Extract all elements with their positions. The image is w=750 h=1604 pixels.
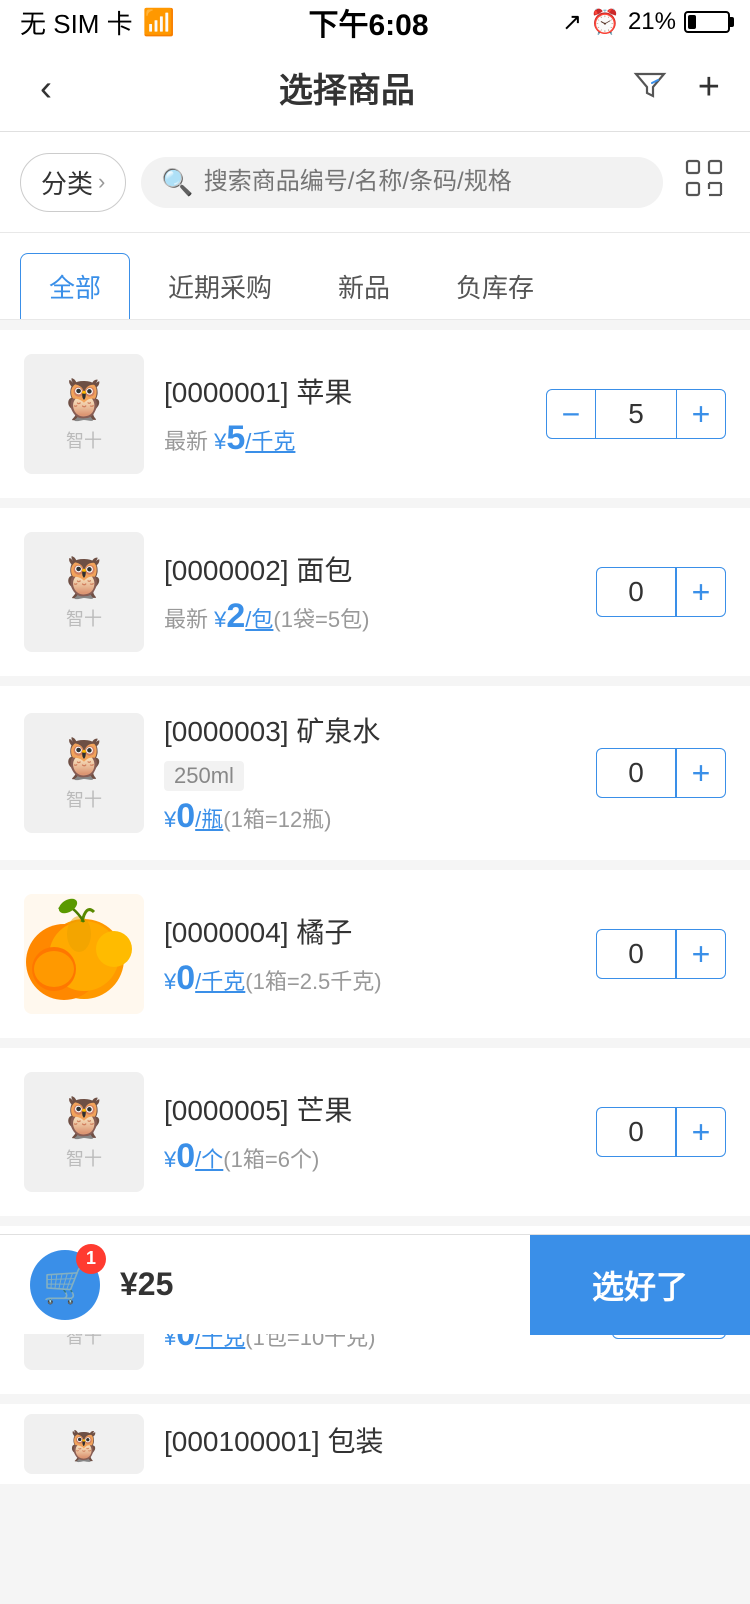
owl-icon: 🦉: [59, 554, 109, 601]
chevron-right-icon: ›: [98, 169, 105, 195]
category-button[interactable]: 分类 ›: [20, 153, 126, 212]
product-thumbnail: 🦉: [24, 1414, 144, 1474]
page-title: 选择商品: [279, 63, 415, 112]
status-left: 无 SIM 卡 📶: [20, 4, 175, 41]
brand-label: 智十: [66, 1145, 102, 1171]
filter-icon[interactable]: [632, 66, 668, 110]
search-input[interactable]: [204, 168, 643, 196]
product-price: 最新 ¥5/千克: [164, 419, 526, 458]
product-item: [0000004] 橘子 ¥0/千克(1箱=2.5千克) +: [0, 870, 750, 1038]
category-label: 分类: [41, 164, 93, 201]
carrier-label: 无 SIM 卡: [20, 4, 133, 41]
brand-label: 智十: [66, 786, 102, 812]
product-info: [0000001] 苹果 最新 ¥5/千克: [164, 371, 526, 458]
product-price: ¥0/个(1箱=6个): [164, 1137, 576, 1176]
quantity-input[interactable]: [596, 748, 676, 798]
product-price: ¥0/瓶(1箱=12瓶): [164, 797, 576, 836]
quantity-control: − +: [546, 389, 726, 439]
cart-button[interactable]: 🛒 1: [30, 1250, 100, 1320]
product-name: [0000005] 芒果: [164, 1089, 576, 1129]
product-name: [000100001] 包装: [164, 1420, 726, 1460]
filter-bar: 分类 › 🔍: [0, 132, 750, 233]
alarm-icon: ⏰: [590, 8, 620, 37]
quantity-control: +: [596, 929, 726, 979]
quantity-decrease-button[interactable]: −: [546, 389, 596, 439]
nav-right-actions: +: [632, 66, 720, 110]
product-item: 🦉 智十 [0000002] 面包 最新 ¥2/包(1袋=5包) +: [0, 508, 750, 676]
product-info: [0000005] 芒果 ¥0/个(1箱=6个): [164, 1089, 576, 1176]
tab-negative[interactable]: 负库存: [428, 253, 562, 319]
quantity-control: +: [596, 748, 726, 798]
product-item: 🦉 智十 [0000001] 苹果 最新 ¥5/千克 − +: [0, 330, 750, 498]
owl-icon: 🦉: [59, 1094, 109, 1141]
product-spec: 250ml: [164, 761, 244, 791]
status-time: 下午6:08: [308, 0, 428, 44]
status-right: ↗ ⏰ 21%: [562, 8, 730, 37]
quantity-increase-button[interactable]: +: [676, 748, 726, 798]
product-thumbnail: 🦉 智十: [24, 354, 144, 474]
product-thumbnail: 🦉 智十: [24, 1072, 144, 1192]
quantity-increase-button[interactable]: +: [676, 929, 726, 979]
product-item: 🦉 智十 [0000003] 矿泉水 250ml ¥0/瓶(1箱=12瓶) +: [0, 686, 750, 860]
quantity-input[interactable]: [596, 389, 676, 439]
back-button[interactable]: ‹: [30, 57, 62, 119]
location-icon: ↗: [562, 8, 582, 37]
cart-badge: 1: [76, 1244, 106, 1274]
owl-icon: 🦉: [59, 735, 109, 782]
nav-bar: ‹ 选择商品 +: [0, 44, 750, 132]
quantity-input[interactable]: [596, 929, 676, 979]
quantity-increase-button[interactable]: +: [676, 1107, 726, 1157]
status-bar: 无 SIM 卡 📶 下午6:08 ↗ ⏰ 21%: [0, 0, 750, 44]
battery-label: 21%: [628, 8, 676, 36]
search-icon: 🔍: [161, 167, 193, 198]
scan-icon[interactable]: [678, 152, 730, 212]
quantity-input[interactable]: [596, 567, 676, 617]
product-item: 🦉 智十 [0000005] 芒果 ¥0/个(1箱=6个) +: [0, 1048, 750, 1216]
tab-new[interactable]: 新品: [310, 253, 418, 319]
product-info: [0000002] 面包 最新 ¥2/包(1袋=5包): [164, 549, 576, 636]
product-thumbnail: 🦉 智十: [24, 532, 144, 652]
quantity-control: +: [596, 1107, 726, 1157]
quantity-control: +: [596, 567, 726, 617]
owl-icon: 🦉: [59, 376, 109, 423]
product-info: [0000003] 矿泉水 250ml ¥0/瓶(1箱=12瓶): [164, 710, 576, 836]
product-thumbnail: [24, 894, 144, 1014]
confirm-button[interactable]: 选好了: [530, 1235, 750, 1335]
brand-label: 智十: [66, 605, 102, 631]
brand-label: 智十: [66, 427, 102, 453]
product-name: [0000002] 面包: [164, 549, 576, 589]
product-name: [0000001] 苹果: [164, 371, 526, 411]
cart-total: ¥25: [120, 1266, 173, 1303]
product-thumbnail: 🦉 智十: [24, 713, 144, 833]
product-item-partial: 🦉 [000100001] 包装: [0, 1404, 750, 1484]
add-icon[interactable]: +: [698, 66, 720, 109]
product-list: 🦉 智十 [0000001] 苹果 最新 ¥5/千克 − + 🦉 智十 [000…: [0, 320, 750, 1604]
quantity-increase-button[interactable]: +: [676, 567, 726, 617]
product-info: [0000004] 橘子 ¥0/千克(1箱=2.5千克): [164, 911, 576, 998]
product-price: 最新 ¥2/包(1袋=5包): [164, 597, 576, 636]
product-info: [000100001] 包装: [164, 1420, 726, 1468]
tab-recent[interactable]: 近期采购: [140, 253, 300, 319]
cart-section: 🛒 1 ¥25: [0, 1250, 530, 1320]
quantity-input[interactable]: [596, 1107, 676, 1157]
battery-icon: [684, 11, 730, 33]
tab-all[interactable]: 全部: [20, 253, 130, 319]
bottom-bar: 🛒 1 ¥25 选好了: [0, 1234, 750, 1334]
tabs-bar: 全部 近期采购 新品 负库存: [0, 233, 750, 320]
quantity-increase-button[interactable]: +: [676, 389, 726, 439]
product-price: ¥0/千克(1箱=2.5千克): [164, 959, 576, 998]
product-name: [0000004] 橘子: [164, 911, 576, 951]
wifi-icon: 📶: [143, 7, 175, 38]
search-wrap: 🔍: [141, 157, 663, 208]
product-name: [0000003] 矿泉水: [164, 710, 576, 750]
